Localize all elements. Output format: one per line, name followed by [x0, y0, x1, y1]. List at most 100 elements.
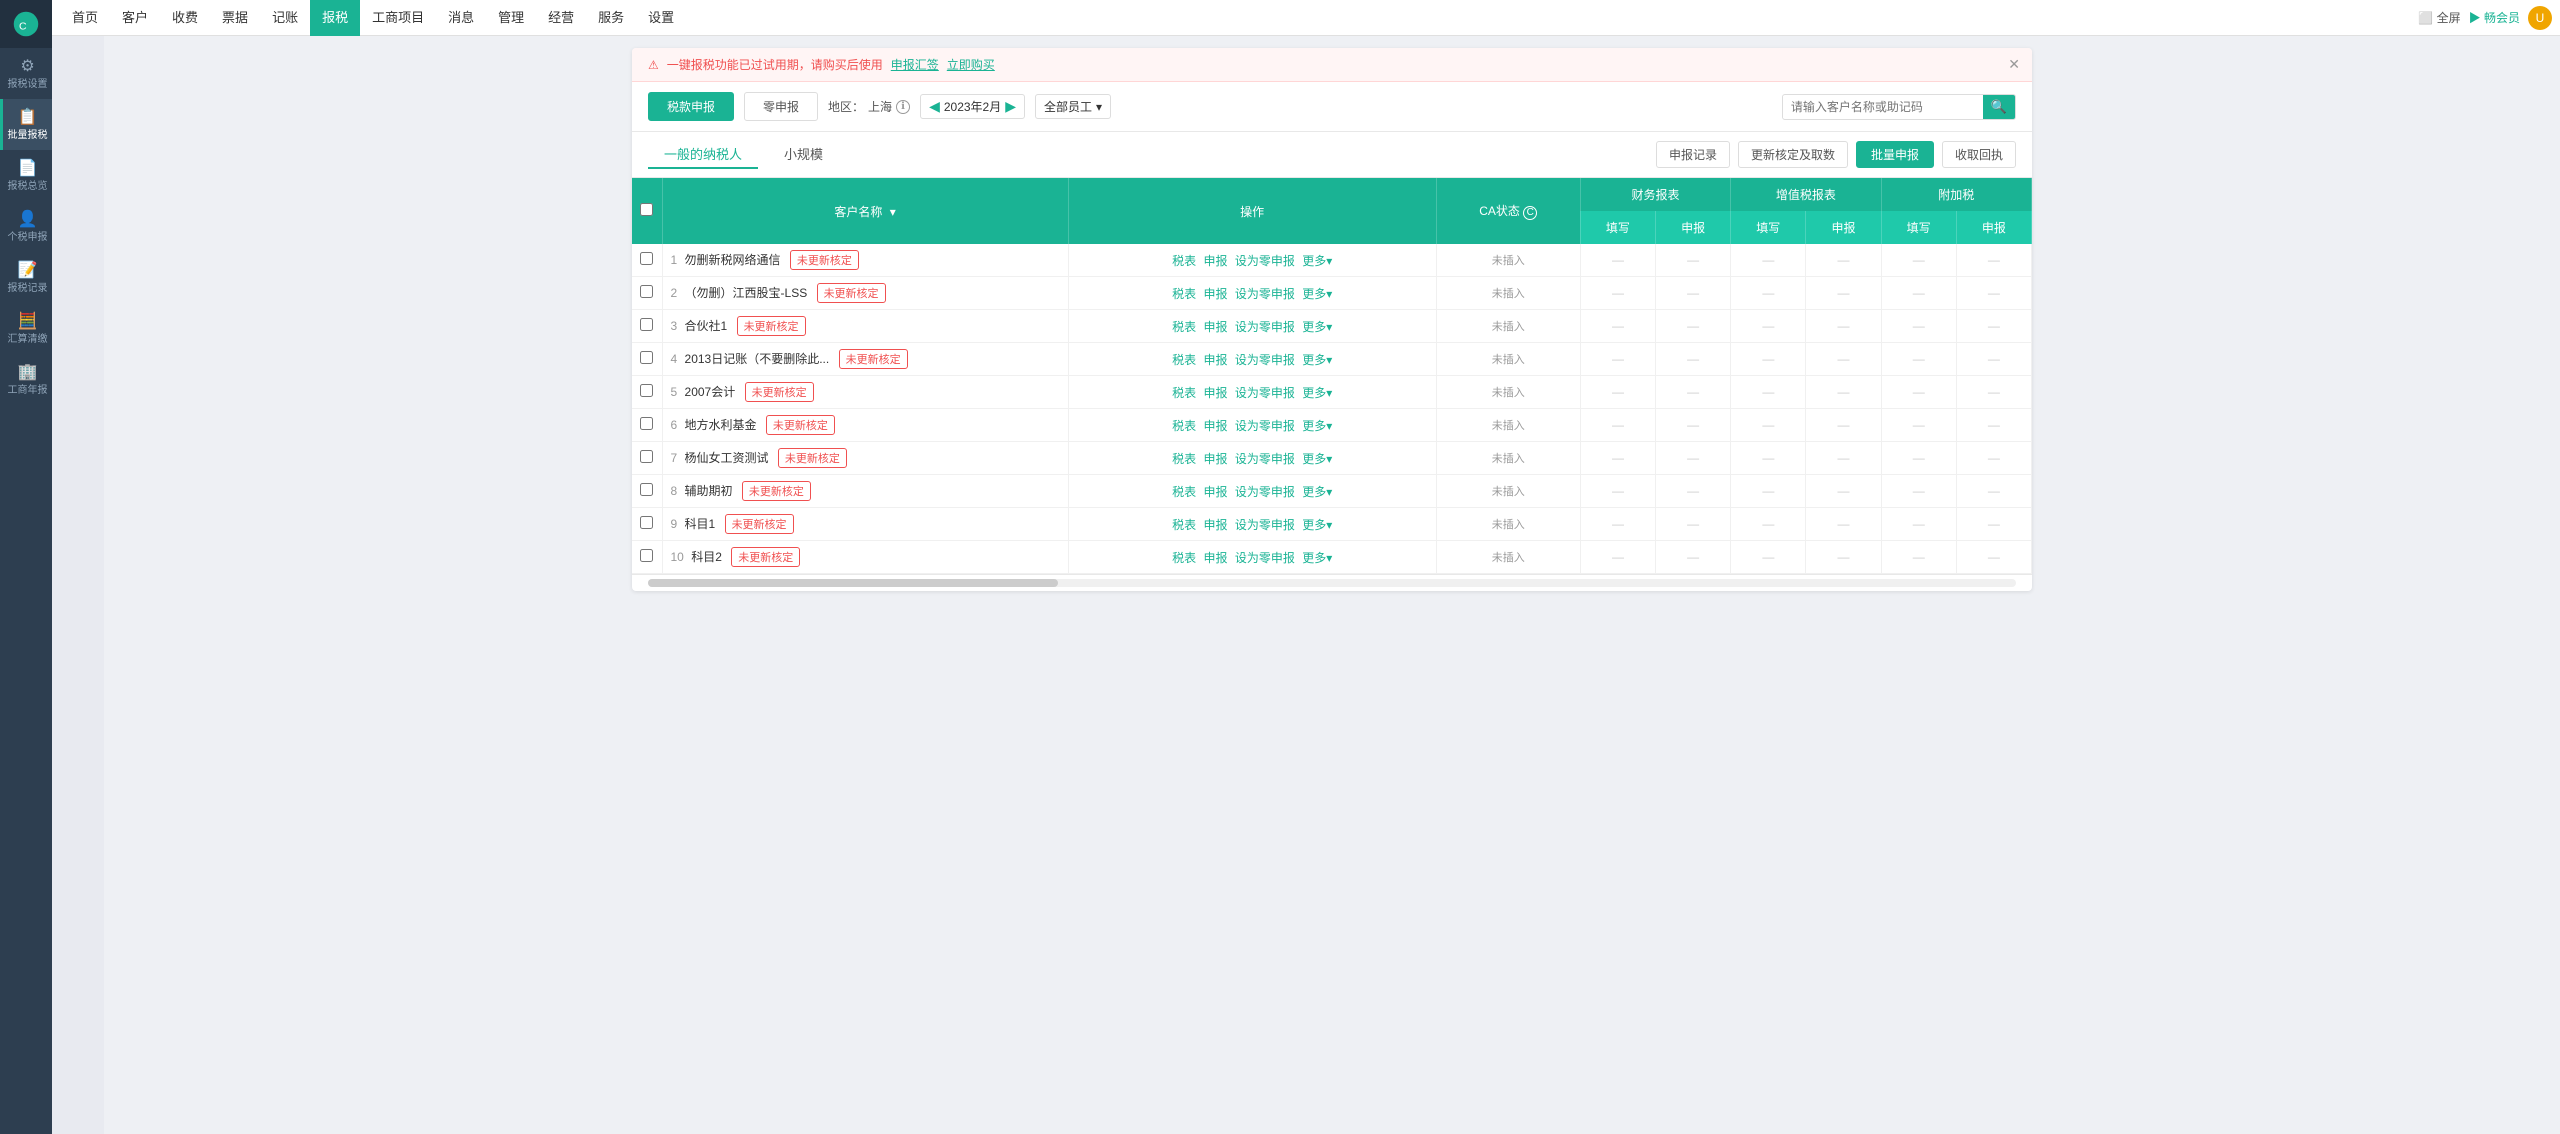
region-info-icon[interactable]: ℹ: [896, 100, 910, 114]
scroll-track[interactable]: [648, 579, 2016, 587]
tax-form-link[interactable]: 税表: [1172, 485, 1196, 499]
more-link[interactable]: 更多▾: [1302, 254, 1332, 268]
set-zero-link[interactable]: 设为零申报: [1235, 386, 1295, 400]
more-link[interactable]: 更多▾: [1302, 320, 1332, 334]
sidebar-item-personal-tax[interactable]: 👤 个税申报: [0, 201, 52, 252]
declare-link[interactable]: 申报: [1203, 551, 1227, 565]
set-zero-link[interactable]: 设为零申报: [1235, 518, 1295, 532]
declaration-records-btn[interactable]: 申报记录: [1656, 141, 1730, 168]
row-checkbox-3[interactable]: [640, 318, 653, 331]
nav-operations[interactable]: 经营: [536, 0, 586, 36]
row-checkbox-10[interactable]: [640, 549, 653, 562]
tax-form-link[interactable]: 税表: [1172, 320, 1196, 334]
row-checkbox-8[interactable]: [640, 483, 653, 496]
tax-form-link[interactable]: 税表: [1172, 518, 1196, 532]
declare-link[interactable]: 申报: [1203, 485, 1227, 499]
row-checkbox-4[interactable]: [640, 351, 653, 364]
search-button[interactable]: 🔍: [1983, 95, 2015, 119]
table-row: 3 合伙社1 未更新核定 税表 申报 设为零申报 更多▾ 未插入 — — — —…: [632, 310, 2032, 343]
tax-form-link[interactable]: 税表: [1172, 452, 1196, 466]
prev-month-btn[interactable]: ◀: [929, 98, 940, 115]
search-input[interactable]: [1783, 96, 1983, 118]
nav-settings[interactable]: 设置: [636, 0, 686, 36]
staff-selector[interactable]: 全部员工 ▾: [1035, 94, 1111, 119]
more-link[interactable]: 更多▾: [1302, 419, 1332, 433]
more-link[interactable]: 更多▾: [1302, 518, 1332, 532]
declare-link[interactable]: 申报: [1203, 287, 1227, 301]
set-zero-link[interactable]: 设为零申报: [1235, 452, 1295, 466]
scroll-thumb[interactable]: [648, 579, 1058, 587]
row-checkbox-1[interactable]: [640, 252, 653, 265]
tax-submit-header: 申报: [1806, 211, 1881, 244]
more-link[interactable]: 更多▾: [1302, 452, 1332, 466]
nav-tax[interactable]: 报税: [310, 0, 360, 36]
sub-toolbar: 一般的纳税人 小规模 申报记录 更新核定及取数 批量申报 收取回执: [632, 132, 2032, 178]
declare-link[interactable]: 申报: [1203, 353, 1227, 367]
more-link[interactable]: 更多▾: [1302, 287, 1332, 301]
horizontal-scrollbar[interactable]: [632, 574, 2032, 591]
update-quota-btn[interactable]: 更新核定及取数: [1738, 141, 1848, 168]
row-checkbox-2[interactable]: [640, 285, 653, 298]
nav-clients[interactable]: 客户: [110, 0, 160, 36]
tax-form-link[interactable]: 税表: [1172, 419, 1196, 433]
general-taxpayer-tab[interactable]: 一般的纳税人: [648, 140, 758, 169]
sidebar-item-tax-records[interactable]: 📝 报税记录: [0, 252, 52, 303]
member-btn[interactable]: ▶ 畅会员: [2469, 9, 2520, 26]
row-index: 6: [671, 418, 678, 432]
client-name-cell: 4 2013日记账（不要删除此... 未更新核定: [662, 343, 1068, 376]
nav-management[interactable]: 管理: [486, 0, 536, 36]
user-avatar[interactable]: U: [2528, 6, 2552, 30]
tax-form-link[interactable]: 税表: [1172, 254, 1196, 268]
more-link[interactable]: 更多▾: [1302, 386, 1332, 400]
set-zero-link[interactable]: 设为零申报: [1235, 551, 1295, 565]
row-checkbox-7[interactable]: [640, 450, 653, 463]
set-zero-link[interactable]: 设为零申报: [1235, 320, 1295, 334]
sidebar-item-business-report[interactable]: 🏢 工商年报: [0, 354, 52, 405]
tax-form-link[interactable]: 税表: [1172, 287, 1196, 301]
nav-service[interactable]: 服务: [586, 0, 636, 36]
declare-link[interactable]: 申报: [1203, 419, 1227, 433]
more-link[interactable]: 更多▾: [1302, 551, 1332, 565]
nav-billing[interactable]: 收费: [160, 0, 210, 36]
tax-form-link[interactable]: 税表: [1172, 353, 1196, 367]
tax-form-link[interactable]: 税表: [1172, 551, 1196, 565]
set-zero-link[interactable]: 设为零申报: [1235, 485, 1295, 499]
notice-link-purchase[interactable]: 立即购买: [947, 56, 995, 73]
next-month-btn[interactable]: ▶: [1005, 98, 1016, 115]
set-zero-link[interactable]: 设为零申报: [1235, 287, 1295, 301]
nav-home[interactable]: 首页: [60, 0, 110, 36]
sidebar-item-settlement[interactable]: 🧮 汇算清缴: [0, 303, 52, 354]
set-zero-link[interactable]: 设为零申报: [1235, 353, 1295, 367]
collect-receipt-btn[interactable]: 收取回执: [1942, 141, 2016, 168]
fullscreen-btn[interactable]: ⬜ 全屏: [2418, 9, 2460, 26]
nav-messages[interactable]: 消息: [436, 0, 486, 36]
more-link[interactable]: 更多▾: [1302, 485, 1332, 499]
tax-declaration-tab[interactable]: 税款申报: [648, 92, 734, 121]
nav-accounting[interactable]: 记账: [260, 0, 310, 36]
select-all-checkbox[interactable]: [640, 203, 653, 216]
nav-invoices[interactable]: 票据: [210, 0, 260, 36]
declare-link[interactable]: 申报: [1203, 452, 1227, 466]
sidebar-item-batch-tax[interactable]: 📋 批量报税: [0, 99, 52, 150]
tax-sub-value: —: [1838, 385, 1850, 399]
sidebar-item-tax-overview[interactable]: 📄 报税总览: [0, 150, 52, 201]
more-link[interactable]: 更多▾: [1302, 353, 1332, 367]
set-zero-link[interactable]: 设为零申报: [1235, 254, 1295, 268]
set-zero-link[interactable]: 设为零申报: [1235, 419, 1295, 433]
declare-link[interactable]: 申报: [1203, 254, 1227, 268]
batch-declare-btn[interactable]: 批量申报: [1856, 141, 1934, 168]
declare-link[interactable]: 申报: [1203, 518, 1227, 532]
notice-close-btn[interactable]: ✕: [2008, 56, 2020, 73]
sidebar-item-tax-settings[interactable]: ⚙ 报税设置: [0, 48, 52, 99]
small-scale-tab[interactable]: 小规模: [768, 140, 839, 169]
nav-business[interactable]: 工商项目: [360, 0, 436, 36]
row-checkbox-5[interactable]: [640, 384, 653, 397]
zero-declaration-tab[interactable]: 零申报: [744, 92, 818, 121]
row-checkbox-9[interactable]: [640, 516, 653, 529]
declare-link[interactable]: 申报: [1203, 320, 1227, 334]
notice-link-declaration[interactable]: 申报汇签: [891, 56, 939, 73]
ca-info-icon[interactable]: C: [1523, 206, 1537, 220]
tax-form-link[interactable]: 税表: [1172, 386, 1196, 400]
row-checkbox-6[interactable]: [640, 417, 653, 430]
declare-link[interactable]: 申报: [1203, 386, 1227, 400]
